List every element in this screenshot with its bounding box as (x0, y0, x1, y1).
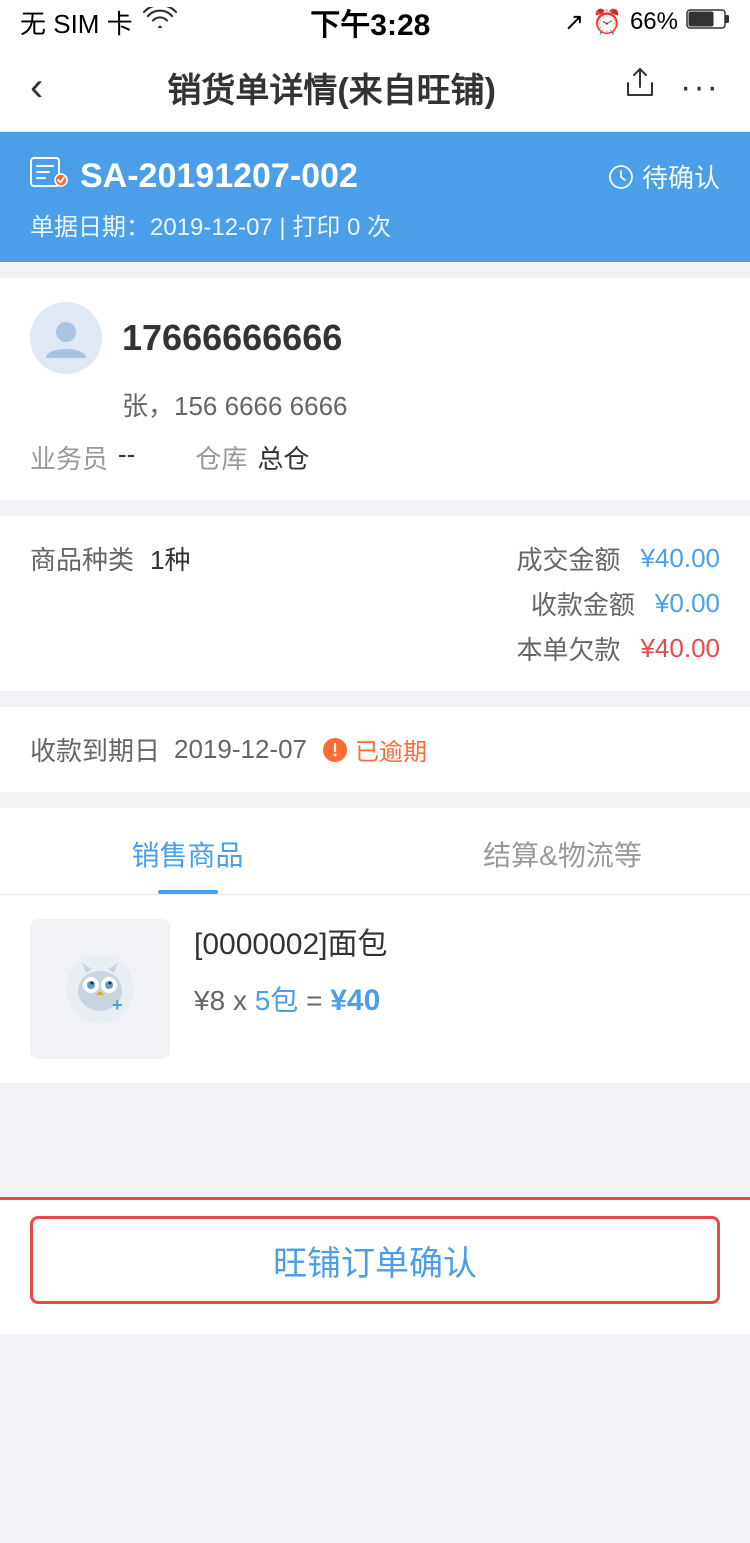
battery-icon (686, 8, 730, 37)
battery-label: 66% (630, 8, 678, 36)
order-header: SA-20191207-002 待确认 单据日期：2019-12-07 | 打印… (0, 132, 750, 262)
price-multiply: x (233, 985, 247, 1016)
tab-settlement[interactable]: 结算&物流等 (375, 808, 750, 894)
received-label: 收款金额 (531, 585, 635, 622)
product-kind-value: 1种 (150, 540, 190, 577)
tabs-bar: 销售商品 结算&物流等 (0, 808, 750, 895)
product-image: + (30, 919, 170, 1059)
carrier-label: 无 SIM 卡 (20, 4, 133, 41)
received-row: 收款金额 ¥0.00 (516, 585, 720, 622)
status-time: 下午3:28 (310, 0, 430, 44)
deal-amount-label: 成交金额 (516, 540, 620, 577)
product-kind-label: 商品种类 (30, 540, 134, 577)
wifi-icon (143, 7, 177, 38)
back-button[interactable]: ‹ (30, 65, 43, 110)
order-id-row: SA-20191207-002 (30, 156, 358, 197)
order-date: 单据日期：2019-12-07 | 打印 0 次 (30, 207, 720, 242)
due-date-label: 收款到期日 (30, 731, 160, 768)
order-status: 待确认 (608, 158, 720, 195)
customer-meta: 业务员 -- 仓库 总仓 (30, 439, 720, 476)
product-name: [0000002]面包 (194, 919, 720, 963)
location-icon: ↗ (564, 8, 584, 37)
due-date-section: 收款到期日 2019-12-07 已逾期 (0, 707, 750, 792)
deal-amount-value: ¥40.00 (640, 543, 720, 574)
summary-right: 成交金额 ¥40.00 收款金额 ¥0.00 本单欠款 ¥40.00 (516, 540, 720, 667)
alarm-icon: ⏰ (592, 8, 622, 37)
more-icon[interactable]: ··· (680, 68, 720, 107)
product-quantity: 5包 (255, 985, 299, 1016)
warehouse-field: 仓库 总仓 (195, 439, 309, 476)
status-left: 无 SIM 卡 (20, 4, 177, 41)
nav-actions: ··· (620, 65, 720, 111)
tabs-section: 销售商品 结算&物流等 (0, 808, 750, 1083)
page-title: 销货单详情(来自旺铺) (167, 63, 496, 112)
due-label: 本单欠款 (516, 630, 620, 667)
nav-bar: ‹ 销货单详情(来自旺铺) ··· (0, 44, 750, 132)
avatar (30, 302, 102, 374)
product-info: [0000002]面包 ¥8 x 5包 = ¥40 (194, 919, 720, 1019)
status-right: ↗ ⏰ 66% (564, 8, 730, 37)
salesperson-field: 业务员 -- (30, 439, 135, 476)
order-status-text: 待确认 (642, 158, 720, 195)
order-id-text: SA-20191207-002 (80, 157, 358, 196)
due-row: 本单欠款 ¥40.00 (516, 630, 720, 667)
warehouse-value: 总仓 (257, 439, 309, 476)
summary-left: 商品种类 1种 (30, 540, 190, 577)
tab-sales-products[interactable]: 销售商品 (0, 808, 375, 894)
status-bar: 无 SIM 卡 下午3:28 ↗ ⏰ 66% (0, 0, 750, 44)
deal-amount-row: 成交金额 ¥40.00 (516, 540, 720, 577)
price-equals: = (306, 985, 322, 1016)
product-total: ¥40 (330, 984, 380, 1017)
warehouse-label: 仓库 (195, 439, 247, 476)
price-value: ¥8 (194, 985, 225, 1016)
customer-section: 17666666666 张，156 6666 6666 业务员 -- 仓库 总仓 (0, 278, 750, 500)
received-value: ¥0.00 (655, 588, 720, 619)
customer-name: 张，156 6666 6666 (30, 386, 720, 423)
salesperson-value: -- (118, 439, 135, 476)
overdue-badge: 已逾期 (321, 732, 427, 767)
order-doc-icon (30, 156, 68, 197)
bottom-bar: 旺铺订单确认 (0, 1197, 750, 1334)
product-price: ¥8 x 5包 = ¥40 (194, 979, 720, 1019)
confirm-button[interactable]: 旺铺订单确认 (30, 1216, 720, 1304)
product-item: + [0000002]面包 ¥8 x 5包 = ¥40 (0, 895, 750, 1083)
customer-phone: 17666666666 (122, 317, 342, 359)
overdue-text: 已逾期 (355, 732, 427, 767)
due-date-value: 2019-12-07 (174, 734, 307, 765)
share-icon[interactable] (620, 65, 656, 111)
salesperson-label: 业务员 (30, 439, 108, 476)
svg-text:+: + (112, 995, 123, 1015)
due-value: ¥40.00 (640, 633, 720, 664)
summary-section: 商品种类 1种 成交金额 ¥40.00 收款金额 ¥0.00 本单欠款 ¥40.… (0, 516, 750, 691)
